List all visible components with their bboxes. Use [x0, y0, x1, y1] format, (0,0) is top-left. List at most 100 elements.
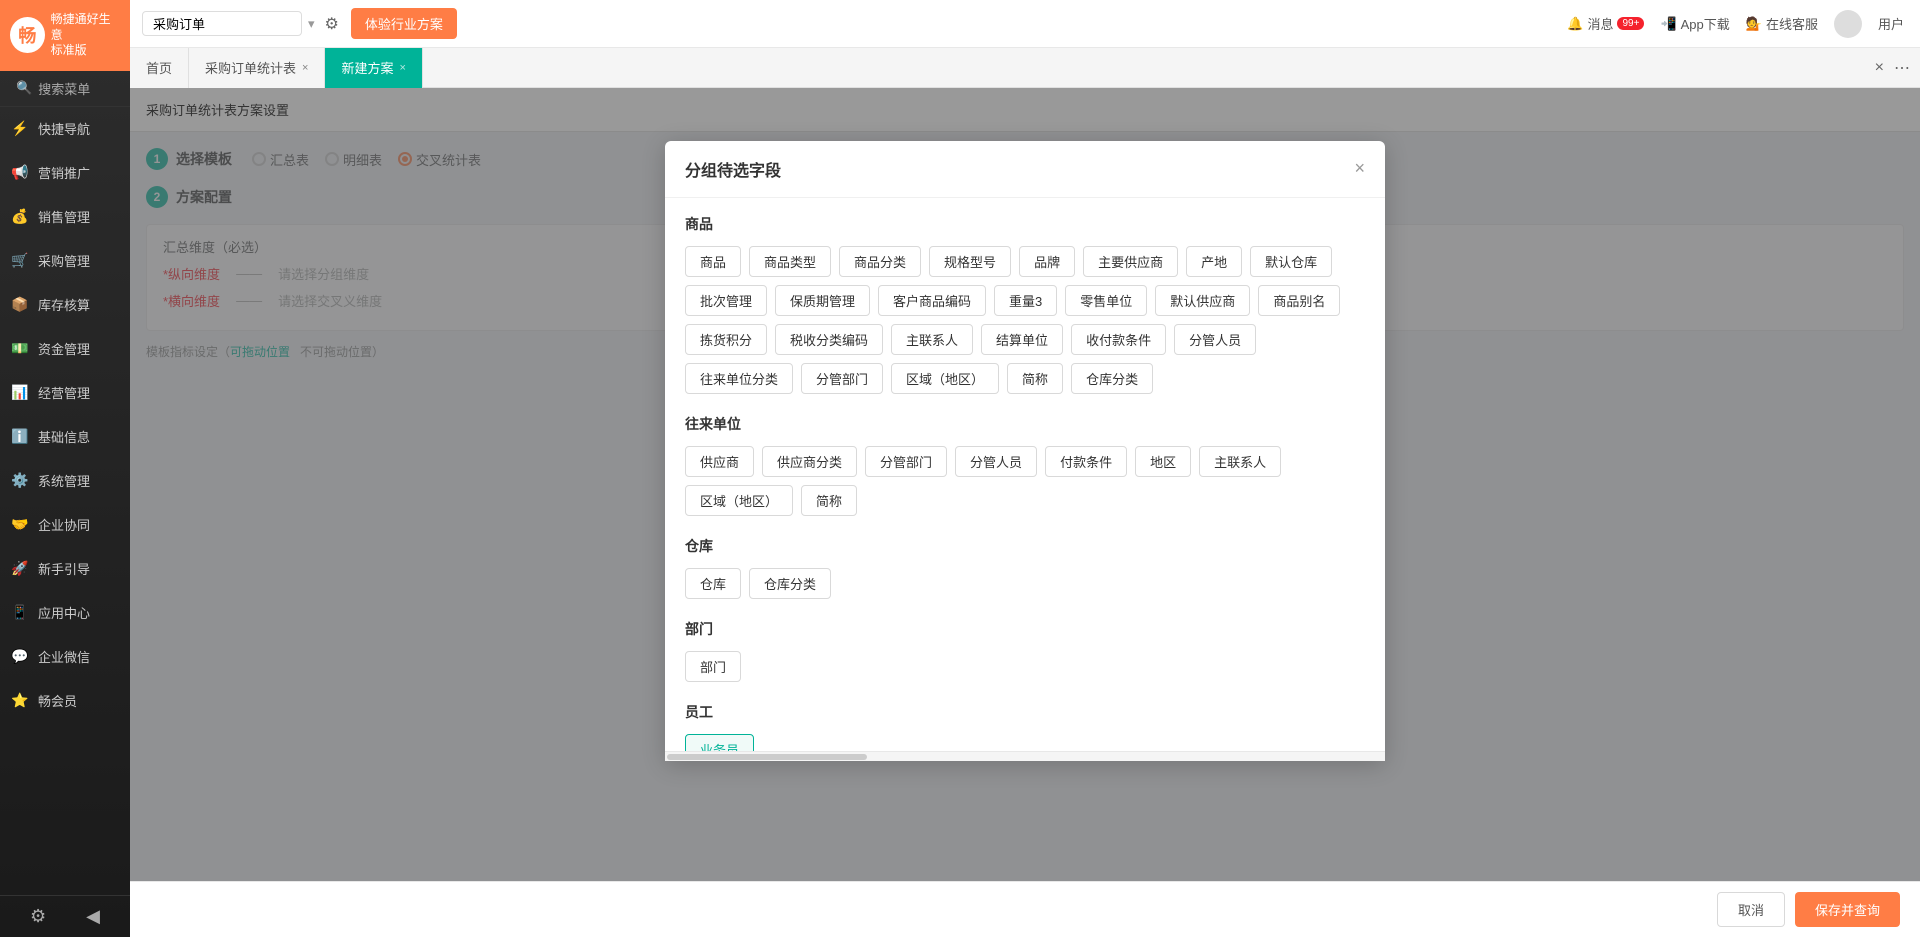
tag-default-supplier[interactable]: 默认供应商: [1155, 285, 1250, 316]
tag-goods[interactable]: 商品: [685, 246, 741, 277]
section-partner-title: 往来单位: [685, 414, 1365, 434]
tag-region[interactable]: 区域（地区）: [891, 363, 999, 394]
tag-goods-alias[interactable]: 商品别名: [1258, 285, 1340, 316]
tag-warehouse-category[interactable]: 仓库分类: [1071, 363, 1153, 394]
tab-new-plan-close[interactable]: ×: [399, 62, 405, 74]
tag-spec-model[interactable]: 规格型号: [929, 246, 1011, 277]
sales-icon: 💰: [10, 207, 30, 227]
tag-pick-points[interactable]: 拣货积分: [685, 324, 767, 355]
sidebar-collapse-btn[interactable]: ◀: [86, 906, 100, 927]
app-download-item[interactable]: 📲 App下载: [1660, 14, 1729, 33]
tag-partner-category[interactable]: 往来单位分类: [685, 363, 793, 394]
dialog-horizontal-scrollbar[interactable]: [665, 751, 1385, 761]
tag-weight3[interactable]: 重量3: [994, 285, 1057, 316]
app-download-label: App下载: [1681, 14, 1730, 33]
tag-brand[interactable]: 品牌: [1019, 246, 1075, 277]
tag-region2[interactable]: 区域（地区）: [685, 485, 793, 516]
sidebar-item-inventory[interactable]: 📦 库存核算: [0, 283, 130, 327]
topbar-gear-icon[interactable]: ⚙: [325, 14, 339, 34]
sidebar-search-label: 搜索菜单: [38, 79, 90, 98]
tab-home[interactable]: 首页: [130, 48, 189, 88]
tag-tax-code[interactable]: 税收分类编码: [775, 324, 883, 355]
tag-area[interactable]: 地区: [1135, 446, 1191, 477]
tag-payment-terms[interactable]: 收付款条件: [1071, 324, 1166, 355]
sidebar-item-system[interactable]: ⚙️ 系统管理: [0, 459, 130, 503]
tag-sales-staff[interactable]: 业务员: [685, 734, 754, 751]
topbar-search-input[interactable]: [142, 11, 302, 36]
tag-partner-dept[interactable]: 分管部门: [865, 446, 947, 477]
sidebar-item-new-guide[interactable]: 🚀 新手引导: [0, 547, 130, 591]
sidebar-item-basic-info[interactable]: ℹ️ 基础信息: [0, 415, 130, 459]
tabs: 首页 采购订单统计表 × 新建方案 × × ⋯: [130, 48, 1920, 88]
tag-main-contact[interactable]: 主联系人: [891, 324, 973, 355]
tag-main-contact2[interactable]: 主联系人: [1199, 446, 1281, 477]
search-icon: 🔍: [16, 80, 32, 96]
tag-abbr2[interactable]: 简称: [801, 485, 857, 516]
tab-more-btn[interactable]: ⋯: [1894, 58, 1910, 78]
tab-purchase-order[interactable]: 采购订单统计表 ×: [189, 48, 325, 88]
sidebar-item-marketing[interactable]: 📢 营销推广: [0, 151, 130, 195]
sidebar-item-purchase[interactable]: 🛒 采购管理: [0, 239, 130, 283]
tag-department[interactable]: 部门: [685, 651, 741, 682]
sidebar-search[interactable]: 🔍 搜索菜单: [0, 71, 130, 107]
corp-wechat-icon: 💬: [10, 647, 30, 667]
sidebar-item-label: 企业协同: [38, 515, 90, 534]
tag-settlement-unit[interactable]: 结算单位: [981, 324, 1063, 355]
tag-abbr[interactable]: 简称: [1007, 363, 1063, 394]
app-download-icon: 📲: [1660, 16, 1676, 32]
inventory-icon: 📦: [10, 295, 30, 315]
tag-default-warehouse[interactable]: 默认仓库: [1250, 246, 1332, 277]
online-service-item[interactable]: 💁 在线客服: [1746, 14, 1818, 33]
sidebar-settings-btn[interactable]: ⚙: [30, 906, 46, 927]
notification-label: 消息: [1587, 14, 1613, 33]
tag-batch-mgmt[interactable]: 批次管理: [685, 285, 767, 316]
warehouse-tag-grid: 仓库 仓库分类: [685, 568, 1365, 599]
tag-supervisor[interactable]: 分管人员: [1174, 324, 1256, 355]
sidebar-item-label: 采购管理: [38, 251, 90, 270]
save-query-button[interactable]: 保存并查询: [1795, 892, 1900, 927]
logo-text: 畅捷通好生意 标准版: [51, 12, 120, 59]
sidebar-item-corp-wechat[interactable]: 💬 企业微信: [0, 635, 130, 679]
basic-info-icon: ℹ️: [10, 427, 30, 447]
sidebar-logo[interactable]: 畅 畅捷通好生意 标准版: [0, 0, 130, 71]
tag-warehouse-cat[interactable]: 仓库分类: [749, 568, 831, 599]
sidebar: 畅 畅捷通好生意 标准版 🔍 搜索菜单 ⚡ 快捷导航 📢 营销推广 💰 销售管理…: [0, 0, 130, 937]
tag-retail-unit[interactable]: 零售单位: [1065, 285, 1147, 316]
experience-btn[interactable]: 体验行业方案: [351, 8, 457, 39]
section-staff-title: 员工: [685, 702, 1365, 722]
tag-supplier-category[interactable]: 供应商分类: [762, 446, 857, 477]
notification-item[interactable]: 🔔 消息 99+: [1567, 14, 1644, 33]
section-dept-title: 部门: [685, 619, 1365, 639]
tab-new-plan[interactable]: 新建方案 ×: [325, 48, 422, 88]
tag-quality-period[interactable]: 保质期管理: [775, 285, 870, 316]
sidebar-item-app-center[interactable]: 📱 应用中心: [0, 591, 130, 635]
dialog-close-btn[interactable]: ×: [1354, 158, 1365, 179]
tab-close-all-btn[interactable]: ×: [1875, 59, 1884, 77]
topbar-dropdown-arrow[interactable]: ▾: [308, 16, 315, 32]
tag-customer-goods-code[interactable]: 客户商品编码: [878, 285, 986, 316]
cancel-button[interactable]: 取消: [1717, 892, 1785, 927]
sidebar-item-sales[interactable]: 💰 销售管理: [0, 195, 130, 239]
tag-origin[interactable]: 产地: [1186, 246, 1242, 277]
sidebar-item-label: 经营管理: [38, 383, 90, 402]
tag-main-supplier[interactable]: 主要供应商: [1083, 246, 1178, 277]
sidebar-item-operations[interactable]: 📊 经营管理: [0, 371, 130, 415]
sidebar-item-company-collab[interactable]: 🤝 企业协同: [0, 503, 130, 547]
logo-icon: 畅: [10, 17, 45, 53]
dialog-body[interactable]: 商品 商品 商品类型 商品分类 规格型号 品牌 主要供应商 产地 默认仓库 批次…: [665, 198, 1385, 751]
tag-partner-supervisor[interactable]: 分管人员: [955, 446, 1037, 477]
tag-goods-type[interactable]: 商品类型: [749, 246, 831, 277]
tag-goods-category[interactable]: 商品分类: [839, 246, 921, 277]
tag-warehouse[interactable]: 仓库: [685, 568, 741, 599]
tag-dept[interactable]: 分管部门: [801, 363, 883, 394]
sidebar-item-finance[interactable]: 💵 资金管理: [0, 327, 130, 371]
marketing-icon: 📢: [10, 163, 30, 183]
sidebar-item-quick-nav[interactable]: ⚡ 快捷导航: [0, 107, 130, 151]
tab-purchase-order-close[interactable]: ×: [302, 62, 308, 74]
sidebar-item-label: 企业微信: [38, 647, 90, 666]
avatar[interactable]: [1834, 10, 1862, 38]
sidebar-item-label: 快捷导航: [38, 119, 90, 138]
tag-supplier[interactable]: 供应商: [685, 446, 754, 477]
sidebar-item-vip[interactable]: ⭐ 畅会员: [0, 679, 130, 723]
tag-payment-cond[interactable]: 付款条件: [1045, 446, 1127, 477]
